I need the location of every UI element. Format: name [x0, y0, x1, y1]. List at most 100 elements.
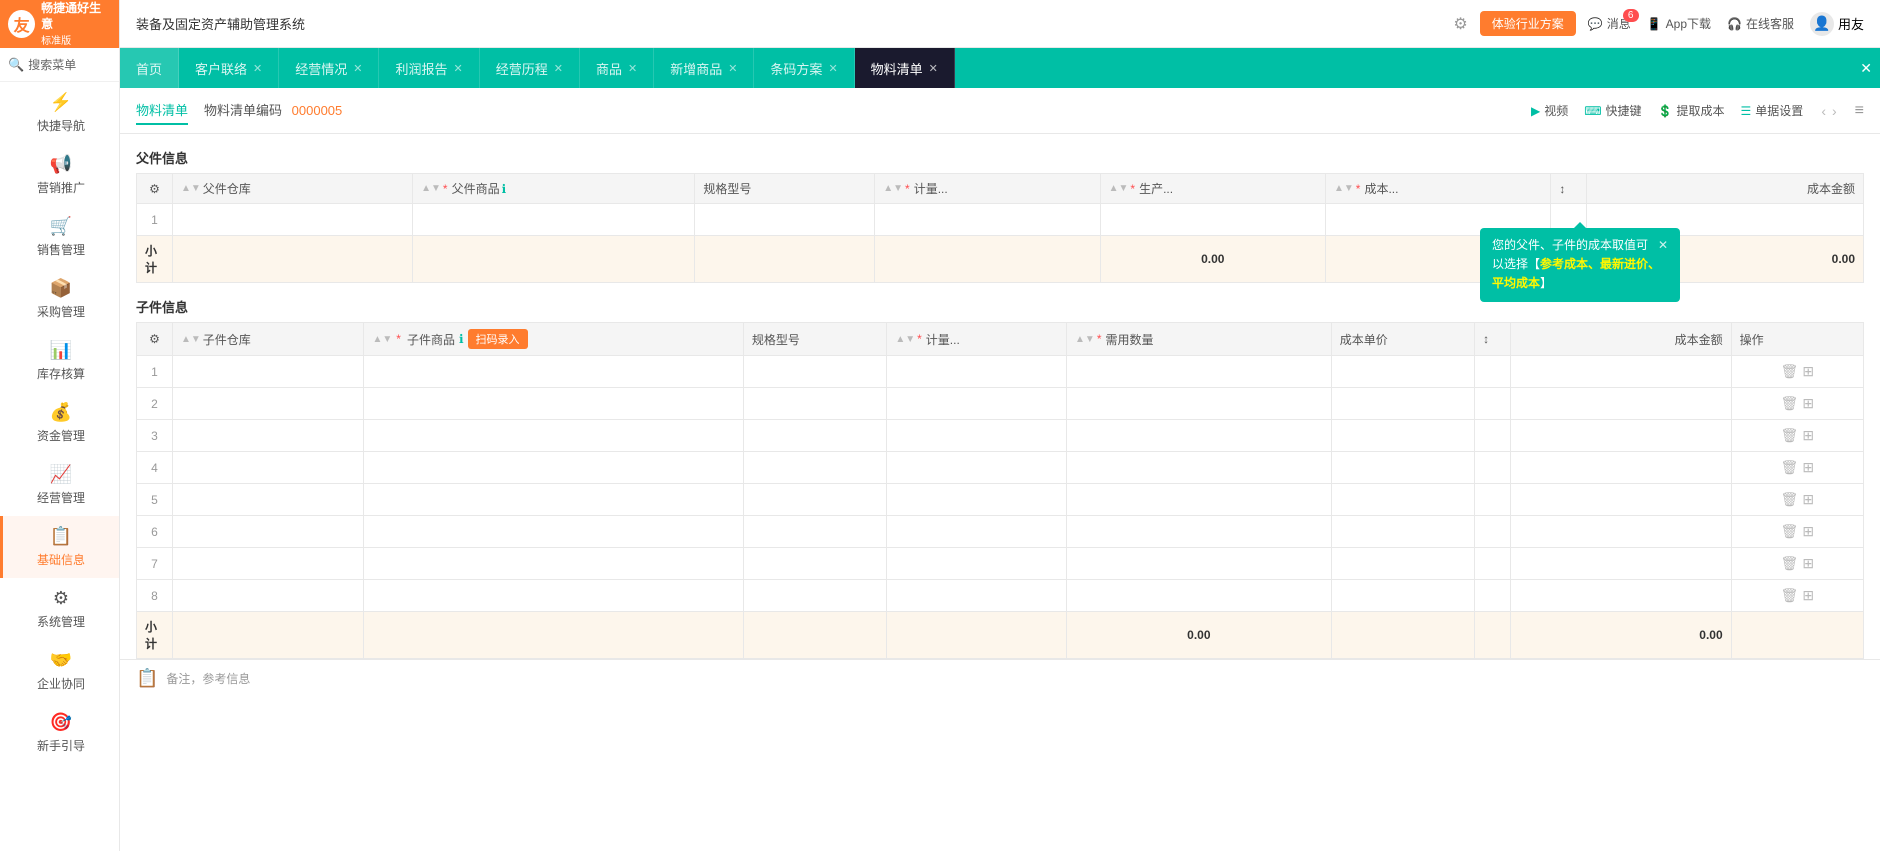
sort-icon-goods[interactable]: ▲▼	[421, 183, 441, 194]
tab-bom-close[interactable]: ✕	[929, 62, 938, 75]
tooltip-close-icon[interactable]: ✕	[1658, 236, 1668, 255]
sort-icon-child-warehouse[interactable]: ▲▼	[181, 334, 201, 345]
child-row-spec-6[interactable]	[743, 548, 886, 580]
child-row-goods-1[interactable]	[364, 388, 743, 420]
child-row-goods-2[interactable]	[364, 420, 743, 452]
tab-profit[interactable]: 利润报告 ✕	[379, 48, 479, 88]
child-row-amount-7[interactable]	[1511, 580, 1732, 612]
child-row-warehouse-7[interactable]	[173, 580, 364, 612]
copy-icon-7[interactable]: ⊞	[1802, 587, 1814, 604]
child-row-unit-cost-7[interactable]	[1331, 580, 1474, 612]
tab-newgoods-close[interactable]: ✕	[728, 62, 737, 75]
app-download-action[interactable]: 📱 App下载	[1647, 15, 1711, 32]
copy-icon-0[interactable]: ⊞	[1802, 363, 1814, 380]
sort-icon-child-quantity[interactable]: ▲▼	[1075, 334, 1095, 345]
sidebar-item-operation[interactable]: 📈 经营管理	[0, 454, 119, 516]
child-row-goods-4[interactable]	[364, 484, 743, 516]
child-row-goods-5[interactable]	[364, 516, 743, 548]
child-row-amount-4[interactable]	[1511, 484, 1732, 516]
tab-barcode[interactable]: 条码方案 ✕	[754, 48, 854, 88]
child-row-warehouse-4[interactable]	[173, 484, 364, 516]
tab-barcode-close[interactable]: ✕	[828, 62, 837, 75]
child-row-goods-3[interactable]	[364, 452, 743, 484]
child-row-goods-7[interactable]	[364, 580, 743, 612]
tab-customer[interactable]: 客户联络 ✕	[179, 48, 279, 88]
tab-history[interactable]: 经营历程 ✕	[480, 48, 580, 88]
child-row-unit-cost-3[interactable]	[1331, 452, 1474, 484]
sidebar-item-purchase[interactable]: 📦 采购管理	[0, 268, 119, 330]
child-row-amount-5[interactable]	[1511, 516, 1732, 548]
child-row-unit-cost-1[interactable]	[1331, 388, 1474, 420]
tab-goods[interactable]: 商品 ✕	[580, 48, 654, 88]
child-row-quantity-5[interactable]	[1067, 516, 1332, 548]
child-row-sort-0[interactable]	[1475, 356, 1511, 388]
delete-icon-1[interactable]: 🗑	[1781, 395, 1799, 412]
trial-button[interactable]: 体验行业方案	[1480, 11, 1576, 36]
child-row-unit-5[interactable]	[887, 516, 1067, 548]
copy-icon-2[interactable]: ⊞	[1802, 427, 1814, 444]
tab-operation-close[interactable]: ✕	[353, 62, 362, 75]
child-row-quantity-6[interactable]	[1067, 548, 1332, 580]
child-row-quantity-3[interactable]	[1067, 452, 1332, 484]
child-row-unit-6[interactable]	[887, 548, 1067, 580]
sort-icon-cost[interactable]: ▲▼	[1334, 183, 1354, 194]
sort-icon-unit[interactable]: ▲▼	[883, 183, 903, 194]
child-row-quantity-4[interactable]	[1067, 484, 1332, 516]
copy-icon-6[interactable]: ⊞	[1802, 555, 1814, 572]
delete-icon-2[interactable]: 🗑	[1781, 427, 1799, 444]
child-row-amount-2[interactable]	[1511, 420, 1732, 452]
tab-profit-close[interactable]: ✕	[454, 62, 463, 75]
child-row-amount-1[interactable]	[1511, 388, 1732, 420]
child-row-unit-cost-4[interactable]	[1331, 484, 1474, 516]
child-row-spec-0[interactable]	[743, 356, 886, 388]
tab-history-close[interactable]: ✕	[554, 62, 563, 75]
child-row-unit-cost-5[interactable]	[1331, 516, 1474, 548]
child-row-goods-0[interactable]	[364, 356, 743, 388]
delete-icon-7[interactable]: 🗑	[1781, 587, 1799, 604]
child-row-warehouse-1[interactable]	[173, 388, 364, 420]
child-row-sort-2[interactable]	[1475, 420, 1511, 452]
delete-icon-0[interactable]: 🗑	[1781, 363, 1799, 380]
child-row-sort-5[interactable]	[1475, 516, 1511, 548]
delete-icon-4[interactable]: 🗑	[1781, 491, 1799, 508]
child-row-spec-4[interactable]	[743, 484, 886, 516]
tab-bom[interactable]: 物料清单 ✕	[855, 48, 955, 88]
child-row-quantity-7[interactable]	[1067, 580, 1332, 612]
child-row-unit-2[interactable]	[887, 420, 1067, 452]
child-row-unit-cost-6[interactable]	[1331, 548, 1474, 580]
sidebar-item-guide[interactable]: 🎯 新手引导	[0, 702, 119, 764]
child-row-spec-5[interactable]	[743, 516, 886, 548]
copy-icon-3[interactable]: ⊞	[1802, 459, 1814, 476]
close-all-icon[interactable]: ✕	[1860, 60, 1872, 77]
sidebar-item-basic[interactable]: 📋 基础信息	[0, 516, 119, 578]
child-row-unit-7[interactable]	[887, 580, 1067, 612]
child-row-unit-0[interactable]	[887, 356, 1067, 388]
sidebar-item-finance[interactable]: 💰 资金管理	[0, 392, 119, 454]
sidebar-item-quicknav[interactable]: ⚡ 快捷导航	[0, 82, 119, 144]
grid-view-icon[interactable]: ≡	[1855, 102, 1864, 120]
parent-row-unit[interactable]	[875, 204, 1100, 236]
child-row-spec-3[interactable]	[743, 452, 886, 484]
sidebar-item-marketing[interactable]: 📢 营销推广	[0, 144, 119, 206]
child-row-amount-3[interactable]	[1511, 452, 1732, 484]
sidebar-item-system[interactable]: ⚙ 系统管理	[0, 578, 119, 640]
child-row-warehouse-5[interactable]	[173, 516, 364, 548]
nav-prev[interactable]: ‹	[1819, 101, 1828, 121]
child-row-unit-1[interactable]	[887, 388, 1067, 420]
copy-icon-1[interactable]: ⊞	[1802, 395, 1814, 412]
delete-icon-6[interactable]: 🗑	[1781, 555, 1799, 572]
tab-newgoods[interactable]: 新增商品 ✕	[654, 48, 754, 88]
child-row-spec-7[interactable]	[743, 580, 886, 612]
child-row-sort-6[interactable]	[1475, 548, 1511, 580]
child-row-warehouse-0[interactable]	[173, 356, 364, 388]
child-row-warehouse-3[interactable]	[173, 452, 364, 484]
settings-action[interactable]: ☰ 单据设置	[1741, 102, 1804, 119]
topbar-settings-icon[interactable]: ⚙	[1453, 14, 1467, 34]
support-action[interactable]: 🎧 在线客服	[1727, 15, 1794, 32]
sidebar-item-enterprise[interactable]: 🤝 企业协同	[0, 640, 119, 702]
child-row-amount-6[interactable]	[1511, 548, 1732, 580]
child-row-sort-4[interactable]	[1475, 484, 1511, 516]
cost-action[interactable]: 💲 提取成本	[1658, 102, 1725, 119]
sidebar-item-sales[interactable]: 🛒 销售管理	[0, 206, 119, 268]
sort-icon-warehouse[interactable]: ▲▼	[181, 183, 201, 194]
